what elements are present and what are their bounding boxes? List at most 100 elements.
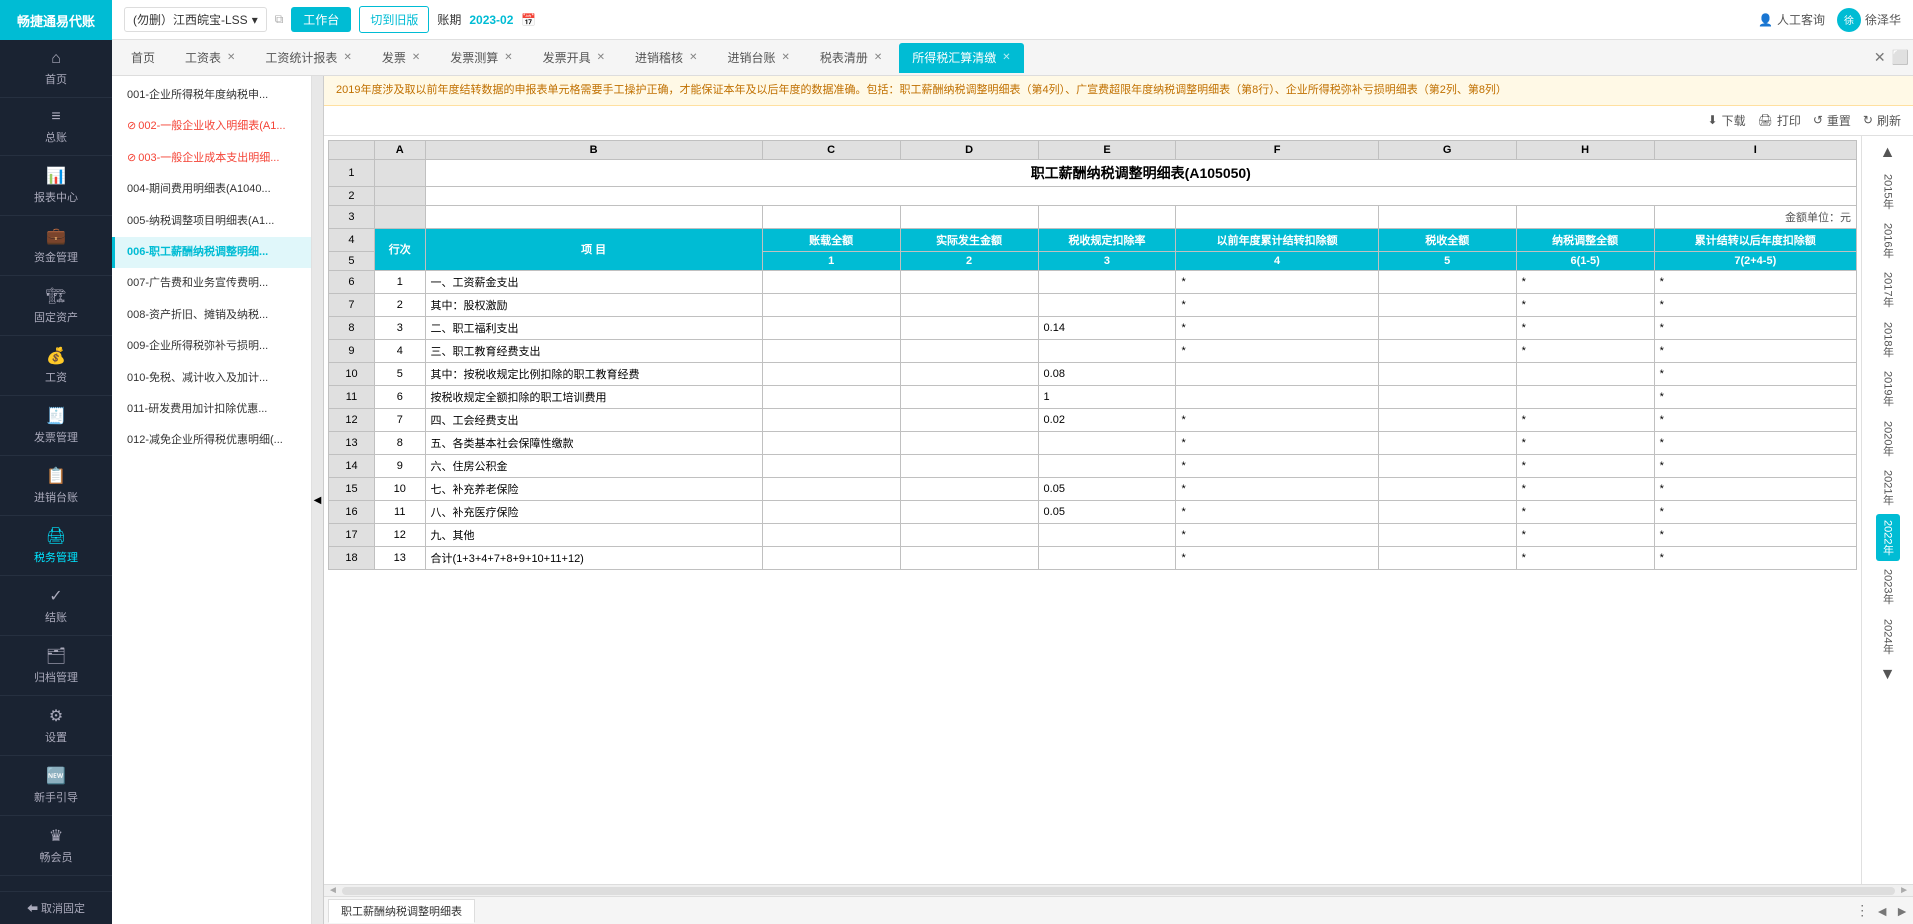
- tab-payroll[interactable]: 工资表✕: [172, 43, 248, 73]
- close-icon[interactable]: ✕: [1002, 52, 1010, 63]
- table-row: 14 9 六、住房公积金 * * *: [329, 454, 1857, 477]
- tab-invoice[interactable]: 发票✕: [369, 43, 433, 73]
- table-row: 1 职工薪酬纳税调整明细表(A105050): [329, 159, 1857, 186]
- col-H: H: [1516, 140, 1654, 159]
- bottom-tabbar: 职工薪酬纳税调整明细表 ⋮ ◄ ►: [324, 896, 1913, 924]
- sidebar-item-settings[interactable]: ⚙ 设置: [0, 696, 112, 756]
- year-button[interactable]: 2023年: [1876, 563, 1900, 610]
- subheader-c: 1: [762, 251, 900, 270]
- user-profile[interactable]: 徐 徐泽华: [1837, 8, 1901, 32]
- invoice-icon: 🧾: [46, 406, 66, 426]
- service-btn[interactable]: 👤 人工客询: [1758, 11, 1825, 28]
- print-button[interactable]: 🖨 打印: [1758, 112, 1801, 129]
- form-item-009[interactable]: 009-企业所得税弥补亏损明...: [112, 331, 311, 362]
- sidebar-item-member[interactable]: ♛ 畅会员: [0, 816, 112, 876]
- sidebar-item-guide[interactable]: 🆕 新手引导: [0, 756, 112, 816]
- refresh-button[interactable]: ↻ 刷新: [1863, 112, 1901, 129]
- toolbar: ⬇ 下载 🖨 打印 ↺ 重置 ↻ 刷新: [324, 106, 1913, 136]
- table-row: 17 12 九、其他 * * *: [329, 523, 1857, 546]
- table-row: 2: [329, 186, 1857, 205]
- tab-tax-book[interactable]: 税表清册✕: [807, 43, 895, 73]
- form-item-008[interactable]: 008-资产折旧、摊销及纳税...: [112, 300, 311, 331]
- form-item-006[interactable]: 006-职工薪酬纳税调整明细...: [112, 237, 311, 268]
- close-all-icon[interactable]: ✕: [1874, 49, 1886, 66]
- year-button[interactable]: 2018年: [1876, 316, 1900, 363]
- scroll-left-icon[interactable]: ◄: [1875, 903, 1889, 919]
- sidebar-item-invoice[interactable]: 🧾 发票管理: [0, 396, 112, 456]
- col-I: I: [1654, 140, 1856, 159]
- sidebar-item-sales-ledger[interactable]: 📋 进销台账: [0, 456, 112, 516]
- year-button[interactable]: 2024年: [1876, 613, 1900, 660]
- form-item-005[interactable]: 005-纳税调整项目明细表(A1...: [112, 206, 311, 237]
- header-c: 账载全额: [762, 228, 900, 251]
- form-item-002[interactable]: ⊘002-一般企业收入明细表(A1...: [112, 111, 311, 142]
- form-item-010[interactable]: 010-免税、减计收入及加计...: [112, 363, 311, 394]
- year-button[interactable]: 2022年: [1876, 514, 1900, 561]
- close-icon[interactable]: ✕: [781, 52, 789, 63]
- table-row: 11 6 按税收规定全额扣除的职工培训费用 1 *: [329, 385, 1857, 408]
- horizontal-scrollbar[interactable]: ◄ ►: [324, 884, 1913, 896]
- year-scroll-down[interactable]: ▼: [1876, 662, 1900, 688]
- year-scroll-up[interactable]: ▲: [1876, 140, 1900, 166]
- form-item-004[interactable]: 004-期间费用明细表(A1040...: [112, 174, 311, 205]
- close-icon[interactable]: ✕: [874, 52, 882, 63]
- tab-payroll-stat[interactable]: 工资统计报表✕: [252, 43, 364, 73]
- form-item-011[interactable]: 011-研发费用加计扣除优惠...: [112, 394, 311, 425]
- year-button[interactable]: 2016年: [1876, 217, 1900, 264]
- close-icon[interactable]: ✕: [412, 52, 420, 63]
- sidebar-item-payroll[interactable]: 💰 工资: [0, 336, 112, 396]
- company-selector[interactable]: (勿删）江西皖宝-LSS ▾: [124, 7, 267, 32]
- year-button[interactable]: 2019年: [1876, 365, 1900, 412]
- company-name: (勿删）江西皖宝-LSS: [133, 11, 248, 28]
- close-icon[interactable]: ✕: [689, 52, 697, 63]
- close-icon[interactable]: ✕: [343, 52, 351, 63]
- more-options-icon[interactable]: ⋮: [1855, 902, 1869, 919]
- col-E: E: [1038, 140, 1176, 159]
- sidebar-item-ledger[interactable]: ≡ 总账: [0, 98, 112, 156]
- subheader-h: 6(1-5): [1516, 251, 1654, 270]
- sidebar-item-home[interactable]: ⌂ 首页: [0, 40, 112, 98]
- sidebar-item-fixed-assets[interactable]: 🏗 固定资产: [0, 276, 112, 336]
- sidebar-item-label: 发票管理: [34, 429, 78, 445]
- workbench-button[interactable]: 工作台: [291, 7, 351, 32]
- tab-home[interactable]: 首页: [118, 43, 168, 73]
- tab-invoice-issue[interactable]: 发票开具✕: [530, 43, 618, 73]
- sidebar-item-label: 税务管理: [34, 549, 78, 565]
- avatar: 徐: [1837, 8, 1861, 32]
- year-button[interactable]: 2021年: [1876, 464, 1900, 511]
- tab-income-tax[interactable]: 所得税汇算清缴✕: [899, 43, 1023, 73]
- close-icon[interactable]: ✕: [597, 52, 605, 63]
- year-list: 2015年2016年2017年 2018年2019年 2020年2021年 2022年…: [1874, 166, 1902, 663]
- sidebar-item-archive[interactable]: 🗂 归档管理: [0, 636, 112, 696]
- sidebar-item-tax[interactable]: 🖨 税务管理: [0, 516, 112, 576]
- tab-sales-ledger[interactable]: 进销台账✕: [714, 43, 802, 73]
- download-button[interactable]: ⬇ 下载: [1708, 112, 1746, 129]
- year-button[interactable]: 2020年: [1876, 415, 1900, 462]
- reset-button[interactable]: ↺ 重置: [1813, 112, 1851, 129]
- subheader-i: 7(2+4-5): [1654, 251, 1856, 270]
- sidebar-item-assets-mgmt[interactable]: 💼 资金管理: [0, 216, 112, 276]
- year-button[interactable]: 2015年: [1876, 168, 1900, 215]
- sidebar-cancel-fixed[interactable]: ⬅ 取消固定: [0, 891, 112, 924]
- sidebar-item-reports[interactable]: 📊 报表中心: [0, 156, 112, 216]
- form-item-001[interactable]: 001-企业所得税年度纳税申...: [112, 80, 311, 111]
- copy-icon[interactable]: ⧉: [275, 12, 284, 27]
- panel-collapse-btn[interactable]: ◀: [312, 76, 324, 924]
- close-icon[interactable]: ✕: [504, 52, 512, 63]
- bottom-tab-active[interactable]: 职工薪酬纳税调整明细表: [328, 899, 475, 923]
- switch-button[interactable]: 切到旧版: [359, 6, 429, 33]
- calendar-icon[interactable]: 📅: [521, 13, 536, 27]
- tab-purchase-check[interactable]: 进销稽核✕: [622, 43, 710, 73]
- sidebar-item-checkout[interactable]: ✓ 结账: [0, 576, 112, 636]
- close-icon[interactable]: ✕: [227, 52, 235, 63]
- form-item-012[interactable]: 012-减免企业所得税优惠明细(...: [112, 425, 311, 456]
- table-header-row: 4 行次 项 目 账载全额 实际发生金额 税收规定扣除率 以前年度累计结转扣除额…: [329, 228, 1857, 251]
- form-item-003[interactable]: ⊘003-一般企业成本支出明细...: [112, 143, 311, 174]
- tab-invoice-calc[interactable]: 发票测算✕: [437, 43, 525, 73]
- header-d: 实际发生金额: [900, 228, 1038, 251]
- year-button[interactable]: 2017年: [1876, 266, 1900, 313]
- form-item-007[interactable]: 007-广告费和业务宣传费明...: [112, 268, 311, 299]
- maximize-icon[interactable]: ⬜: [1892, 49, 1909, 66]
- scroll-right-icon[interactable]: ►: [1895, 903, 1909, 919]
- warning-bar: 2019年度涉及取以前年度结转数据的申报表单元格需要手工操护正确，才能保证本年及…: [324, 76, 1913, 106]
